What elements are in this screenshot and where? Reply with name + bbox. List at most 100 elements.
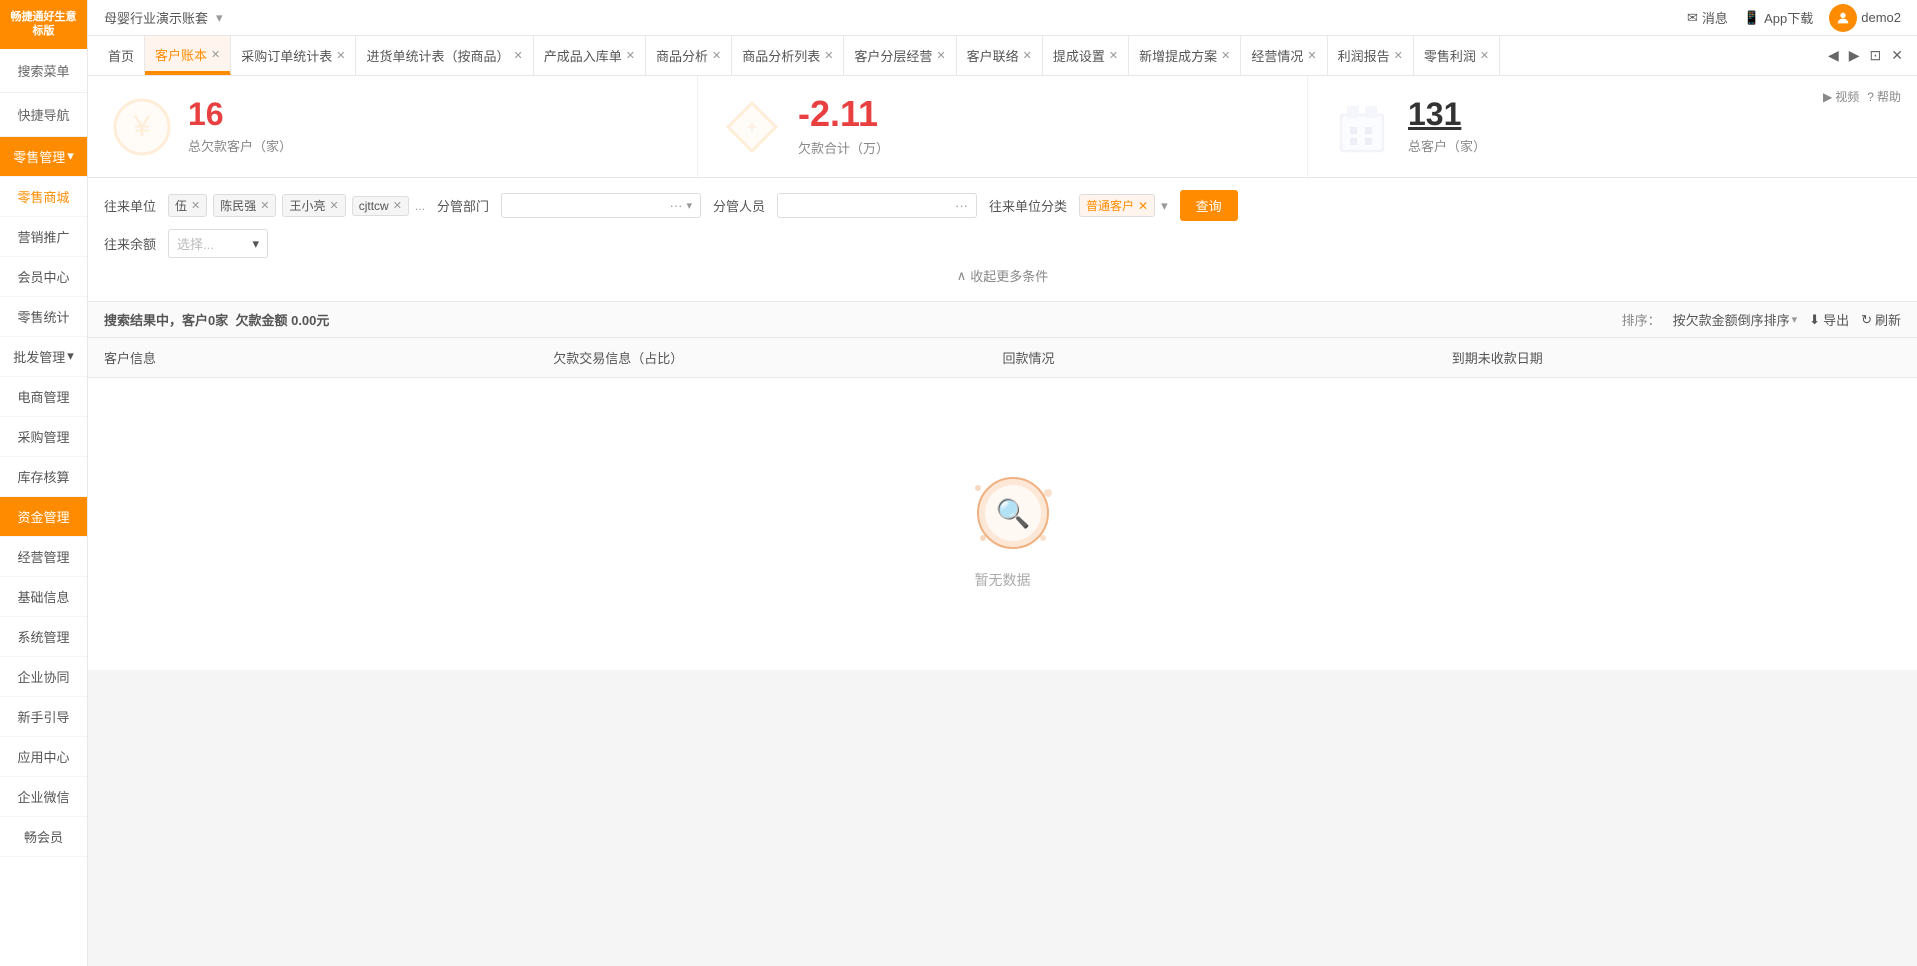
stat-card-overdue-customers: ¥ 16 总欠款客户（家）: [88, 76, 698, 177]
sidebar-item-wholesale[interactable]: 批发管理 ▾: [0, 337, 87, 377]
tab-customer-contact[interactable]: 客户联络 ✕: [957, 36, 1043, 75]
tab-label: 客户联络: [967, 46, 1019, 65]
tab-stock-stats[interactable]: 进货单统计表（按商品） ✕: [356, 36, 533, 75]
sidebar-item-label: 零售管理: [13, 147, 65, 166]
sidebar-item-basic-info[interactable]: 基础信息: [0, 577, 87, 617]
balance-filter-label: 往来余额: [104, 234, 156, 253]
tab-label: 进货单统计表（按商品）: [366, 46, 509, 65]
export-button[interactable]: ⬇ 导出: [1809, 310, 1849, 329]
avatar: [1829, 4, 1857, 32]
quick-nav-button[interactable]: 快捷导航: [6, 101, 81, 128]
sidebar-item-enterprise[interactable]: 企业协同: [0, 657, 87, 697]
sidebar-item-operation[interactable]: 经营管理: [0, 537, 87, 577]
sidebar-item-label: 系统管理: [17, 630, 69, 645]
tab-close-icon[interactable]: ✕: [712, 49, 721, 62]
tab-prev-button[interactable]: ◀: [1824, 45, 1843, 66]
chevron-down-icon: ▾: [67, 148, 74, 164]
collapse-button[interactable]: ∧ 收起更多条件: [104, 266, 1901, 285]
tab-profit-report[interactable]: 利润报告 ✕: [1328, 36, 1414, 75]
tag-close-icon[interactable]: ✕: [393, 199, 402, 212]
svg-text:🔍: 🔍: [995, 495, 1030, 530]
sidebar-item-purchase[interactable]: 采购管理: [0, 417, 87, 457]
tab-close-icon[interactable]: ✕: [514, 49, 523, 62]
balance-placeholder: 选择...: [177, 234, 214, 253]
tab-close-icon[interactable]: ✕: [1480, 49, 1489, 62]
dept-filter-label: 分管部门: [437, 196, 489, 215]
sidebar-item-system[interactable]: 系统管理: [0, 617, 87, 657]
stat-overdue-customers-value: 16: [188, 98, 673, 130]
tab-close-icon[interactable]: ✕: [824, 49, 833, 62]
video-label: 视频: [1835, 88, 1859, 105]
tab-close-all-button[interactable]: ✕: [1887, 45, 1907, 66]
tab-product-analysis-list[interactable]: 商品分析列表 ✕: [732, 36, 844, 75]
tab-close-icon[interactable]: ✕: [1221, 49, 1230, 62]
tab-window-button[interactable]: ⊡: [1866, 45, 1886, 66]
help-label: 帮助: [1877, 88, 1901, 105]
column-payment-status: 回款情况: [1003, 348, 1452, 367]
tag-close-icon[interactable]: ✕: [191, 199, 200, 212]
tag-close-icon[interactable]: ✕: [1138, 199, 1148, 213]
refresh-button[interactable]: ↻ 刷新: [1861, 310, 1901, 329]
sidebar-item-member[interactable]: 会员中心: [0, 257, 87, 297]
search-button[interactable]: 查询: [1180, 190, 1238, 221]
dept-dropdown[interactable]: ··· ▾: [501, 193, 701, 218]
tab-active-indicator: [145, 71, 230, 73]
tab-retail-profit[interactable]: 零售利润 ✕: [1414, 36, 1500, 75]
message-icon: ✉: [1687, 10, 1698, 26]
sidebar-item-new-guide[interactable]: 新手引导: [0, 697, 87, 737]
tab-promotion-settings[interactable]: 提成设置 ✕: [1043, 36, 1129, 75]
sidebar-item-enterprise-wechat[interactable]: 企业微信: [0, 777, 87, 817]
tab-product-instock[interactable]: 产成品入库单 ✕: [534, 36, 646, 75]
sidebar-item-retail[interactable]: 零售管理 ▾: [0, 137, 87, 177]
balance-select[interactable]: 选择... ▾: [168, 229, 268, 258]
tab-next-button[interactable]: ▶: [1845, 45, 1864, 66]
unit-tag-cjttcw: cjttcw ✕: [352, 196, 409, 216]
tag-close-icon[interactable]: ✕: [260, 199, 269, 212]
filter-row-1: 往来单位 伍 ✕ 陈民强 ✕ 王小亮 ✕ cjttcw: [104, 190, 1901, 221]
stat-card-overdue-amount: + -2.11 欠款合计（万）: [698, 76, 1308, 177]
message-button[interactable]: ✉ 消息: [1687, 8, 1728, 27]
sidebar-item-app-center[interactable]: 应用中心: [0, 737, 87, 777]
tab-label: 产成品入库单: [544, 46, 622, 65]
filter-more-button[interactable]: ...: [415, 199, 425, 213]
tab-product-analysis[interactable]: 商品分析 ✕: [646, 36, 732, 75]
sidebar-item-finance[interactable]: 资金管理: [0, 497, 87, 537]
account-dropdown-icon[interactable]: ▾: [216, 10, 223, 26]
tab-close-icon[interactable]: ✕: [1394, 49, 1403, 62]
tab-home[interactable]: 首页: [98, 36, 145, 75]
tab-close-icon[interactable]: ✕: [1023, 49, 1032, 62]
video-button[interactable]: ▶ 视频: [1823, 88, 1859, 105]
unit-class-dropdown-icon[interactable]: ▾: [1161, 198, 1168, 214]
tab-close-icon[interactable]: ✕: [1307, 49, 1316, 62]
tab-close-icon[interactable]: ✕: [1109, 49, 1118, 62]
tab-new-promotion[interactable]: 新增提成方案 ✕: [1129, 36, 1241, 75]
sidebar-item-inventory[interactable]: 库存核算: [0, 457, 87, 497]
refresh-icon: ↻: [1861, 312, 1872, 328]
tag-close-icon[interactable]: ✕: [330, 199, 339, 212]
sidebar-item-ecommerce[interactable]: 电商管理: [0, 377, 87, 417]
tab-customer-tier[interactable]: 客户分层经营 ✕: [844, 36, 956, 75]
sidebar-logo[interactable]: 畅捷通好生意标版: [0, 0, 87, 49]
collapse-label: 收起更多条件: [970, 266, 1048, 285]
tab-purchase-order[interactable]: 采购订单统计表 ✕: [231, 36, 356, 75]
sidebar-item-retail-mall[interactable]: 零售商城: [0, 177, 87, 217]
search-menu-button[interactable]: 搜索菜单: [6, 57, 81, 84]
person-dropdown[interactable]: ···: [777, 193, 977, 218]
sidebar-item-retail-stats[interactable]: 零售统计: [0, 297, 87, 337]
tab-close-icon[interactable]: ✕: [626, 49, 635, 62]
user-profile[interactable]: demo2: [1829, 4, 1901, 32]
sort-selector[interactable]: 按欠款金额倒序排序 ▾: [1673, 310, 1798, 329]
tab-operation-status[interactable]: 经营情况 ✕: [1241, 36, 1327, 75]
tab-close-icon[interactable]: ✕: [936, 49, 945, 62]
help-button[interactable]: ? 帮助: [1867, 88, 1901, 105]
empty-state-text: 暂无数据: [975, 570, 1031, 590]
tab-label: 首页: [108, 46, 134, 65]
sidebar-item-vip-member[interactable]: 畅会员: [0, 817, 87, 857]
sidebar-item-label: 会员中心: [17, 270, 69, 285]
sidebar-item-marketing[interactable]: 营销推广: [0, 217, 87, 257]
app-download-button[interactable]: 📱 App下载: [1744, 8, 1813, 27]
tab-customer-account[interactable]: 客户账本 ✕: [145, 36, 231, 75]
tab-close-icon[interactable]: ✕: [211, 48, 220, 61]
tab-close-icon[interactable]: ✕: [336, 49, 345, 62]
person-more-icon: ···: [955, 198, 968, 213]
